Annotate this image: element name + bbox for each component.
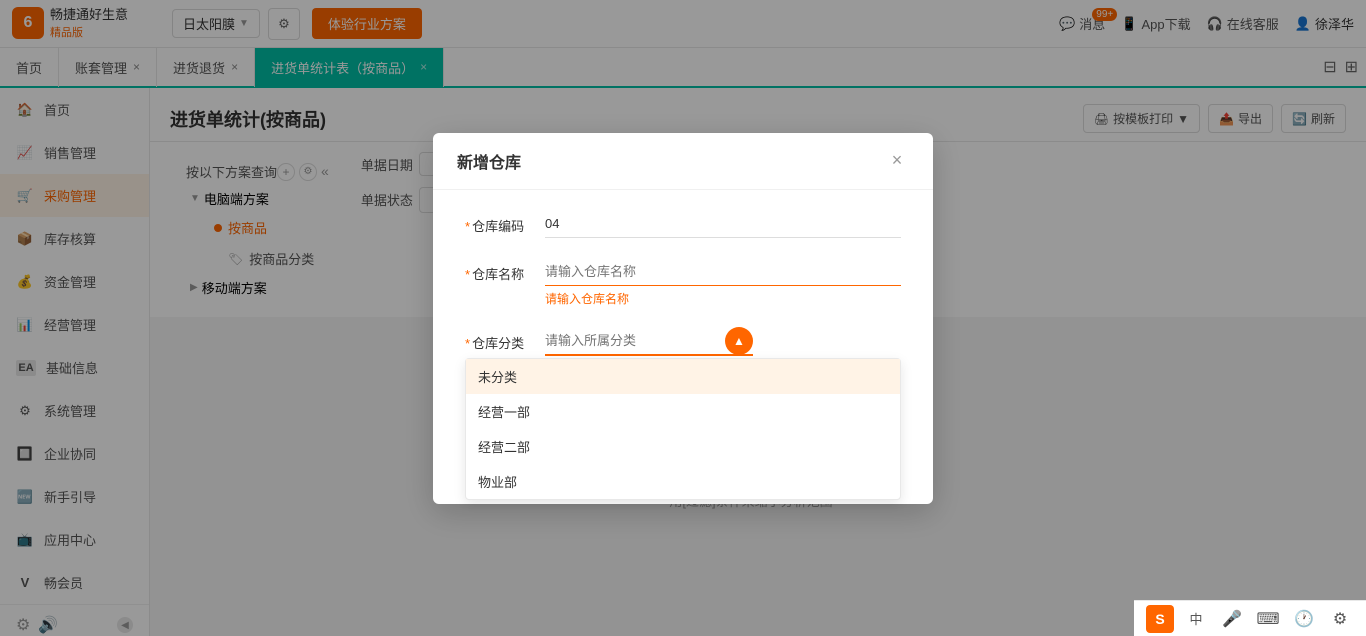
- name-error-message: 请输入仓库名称: [545, 290, 901, 307]
- zh-label: 中: [1182, 605, 1210, 633]
- dialog-close-button[interactable]: ×: [885, 149, 909, 173]
- dropdown-item-property[interactable]: 物业部: [466, 464, 900, 499]
- category-row-inner: 仓库分类 ▲ 未分类 经营一部 经营二部 物业部: [465, 327, 753, 356]
- category-toggle-button[interactable]: ▲: [725, 327, 753, 355]
- category-input-wrapper: ▲: [545, 327, 753, 356]
- category-field: ▲ 未分类 经营一部 经营二部 物业部: [545, 327, 753, 356]
- name-label: 仓库名称: [465, 258, 545, 283]
- dropdown-item-ops1[interactable]: 经营一部: [466, 394, 900, 429]
- keyboard-icon[interactable]: ⌨: [1254, 605, 1282, 633]
- mic-icon[interactable]: 🎤: [1218, 605, 1246, 633]
- clock-icon[interactable]: 🕐: [1290, 605, 1318, 633]
- code-label: 仓库编码: [465, 210, 545, 235]
- category-input[interactable]: [545, 327, 753, 356]
- dropdown-item-uncategorized[interactable]: 未分类: [466, 359, 900, 394]
- form-row-name: 仓库名称 请输入仓库名称: [465, 258, 901, 307]
- form-row-category: 仓库分类 ▲ 未分类 经营一部 经营二部 物业部: [465, 327, 901, 356]
- name-field: 请输入仓库名称: [545, 258, 901, 307]
- form-row-code: 仓库编码: [465, 210, 901, 238]
- code-input[interactable]: [545, 210, 901, 238]
- dialog-body: 仓库编码 仓库名称 请输入仓库名称 仓库分类: [433, 190, 933, 444]
- settings-tray-icon[interactable]: ⚙: [1326, 605, 1354, 633]
- s-logo-icon: S: [1146, 605, 1174, 633]
- new-warehouse-dialog: 新增仓库 × 仓库编码 仓库名称 请输入仓库名称: [433, 133, 933, 504]
- dropdown-item-ops2[interactable]: 经营二部: [466, 429, 900, 464]
- code-field: [545, 210, 901, 238]
- category-dropdown: 未分类 经营一部 经营二部 物业部: [465, 358, 901, 500]
- bottom-bar: S 中 🎤 ⌨ 🕐 ⚙: [1134, 600, 1366, 636]
- dialog-title: 新增仓库: [457, 149, 521, 173]
- modal-overlay[interactable]: 新增仓库 × 仓库编码 仓库名称 请输入仓库名称: [0, 0, 1366, 636]
- category-label: 仓库分类: [465, 327, 545, 352]
- name-input[interactable]: [545, 258, 901, 286]
- dialog-header: 新增仓库 ×: [433, 133, 933, 190]
